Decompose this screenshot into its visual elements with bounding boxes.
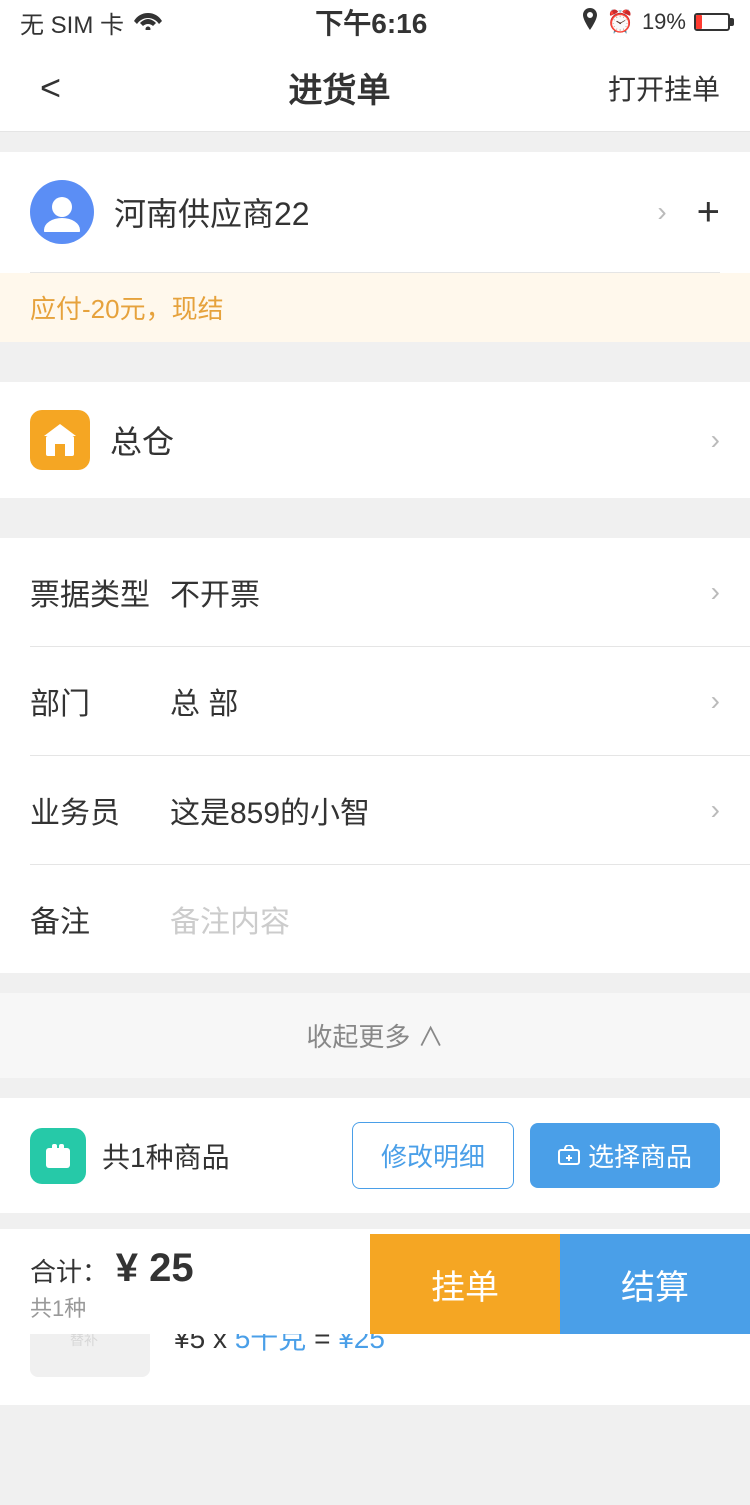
- supplier-section: 河南供应商22 › + 应付-20元，现结: [0, 152, 750, 342]
- salesperson-chevron-icon: ›: [711, 794, 720, 826]
- bottom-spacer: [0, 1405, 750, 1505]
- select-product-label: 选择商品: [588, 1137, 692, 1174]
- warehouse-icon: [30, 410, 90, 470]
- salesperson-row[interactable]: 业务员 这是859的小智 ›: [0, 756, 750, 864]
- form-section: 票据类型 不开票 › 部门 总 部 › 业务员 这是859的小智 › 备注 备注…: [0, 538, 750, 973]
- supplier-name: 河南供应商22: [114, 189, 657, 235]
- total-section: 合计： ¥ 25 共1种: [0, 1246, 370, 1323]
- product-header: 共1种商品 修改明细 选择商品: [0, 1098, 750, 1213]
- battery-percent: 19%: [642, 9, 686, 35]
- battery-icon: [694, 13, 730, 31]
- status-time: 下午6:16: [315, 2, 427, 42]
- open-hang-button[interactable]: 打开挂单: [608, 68, 720, 108]
- collapse-toggle[interactable]: 收起更多 ∧: [0, 993, 750, 1078]
- warehouse-section: 总仓 ›: [0, 382, 750, 498]
- svg-text:替补: 替补: [70, 1332, 98, 1348]
- salesperson-value: 这是859的小智: [170, 788, 711, 832]
- checkout-button[interactable]: 结算: [560, 1234, 750, 1334]
- invoice-chevron-icon: ›: [711, 576, 720, 608]
- back-button[interactable]: <: [30, 57, 71, 119]
- department-row[interactable]: 部门 总 部 ›: [0, 647, 750, 755]
- location-icon: [581, 8, 599, 36]
- add-supplier-button[interactable]: +: [697, 190, 720, 235]
- department-label: 部门: [30, 679, 170, 723]
- select-product-button[interactable]: 选择商品: [530, 1123, 720, 1188]
- owed-notice: 应付-20元，现结: [0, 273, 750, 342]
- supplier-right: › +: [657, 190, 720, 235]
- warehouse-row[interactable]: 总仓 ›: [0, 382, 750, 498]
- gap2: [0, 342, 750, 362]
- gap4: [0, 1078, 750, 1098]
- remark-label: 备注: [30, 897, 170, 941]
- total-count: 共1种: [30, 1291, 340, 1323]
- hang-button[interactable]: 挂单: [370, 1234, 560, 1334]
- cart-icon: [558, 1145, 580, 1167]
- gap1: [0, 132, 750, 152]
- wifi-icon: [134, 8, 162, 37]
- bottom-bar: 合计： ¥ 25 共1种 挂单 结算: [0, 1234, 750, 1334]
- department-value: 总 部: [170, 679, 711, 723]
- invoice-type-label: 票据类型: [30, 570, 170, 614]
- remark-input[interactable]: 备注内容: [170, 897, 720, 941]
- total-label: 合计：: [30, 1257, 108, 1287]
- remark-row[interactable]: 备注 备注内容: [0, 865, 750, 973]
- total-amount: ¥ 25: [116, 1246, 194, 1290]
- gap3: [0, 498, 750, 518]
- status-bar: 无 SIM 卡 下午6:16 ⏰ 19%: [0, 0, 750, 44]
- warehouse-name: 总仓: [110, 417, 711, 463]
- nav-bar: < 进货单 打开挂单: [0, 44, 750, 132]
- edit-detail-button[interactable]: 修改明细: [352, 1122, 514, 1189]
- status-left: 无 SIM 卡: [20, 5, 162, 40]
- department-chevron-icon: ›: [711, 685, 720, 717]
- total-row: 合计： ¥ 25: [30, 1246, 340, 1291]
- product-count-icon: [30, 1128, 86, 1184]
- status-right: ⏰ 19%: [581, 8, 730, 36]
- carrier-label: 无 SIM 卡: [20, 5, 124, 40]
- page-title: 进货单: [289, 63, 391, 112]
- supplier-row[interactable]: 河南供应商22 › +: [0, 152, 750, 272]
- product-count-label: 共1种商品: [102, 1136, 352, 1176]
- invoice-type-value: 不开票: [170, 570, 711, 614]
- warehouse-chevron-icon: ›: [711, 424, 720, 456]
- alarm-icon: ⏰: [607, 9, 634, 35]
- salesperson-label: 业务员: [30, 788, 170, 832]
- supplier-avatar: [30, 180, 94, 244]
- invoice-type-row[interactable]: 票据类型 不开票 ›: [0, 538, 750, 646]
- supplier-chevron-icon: ›: [657, 196, 666, 228]
